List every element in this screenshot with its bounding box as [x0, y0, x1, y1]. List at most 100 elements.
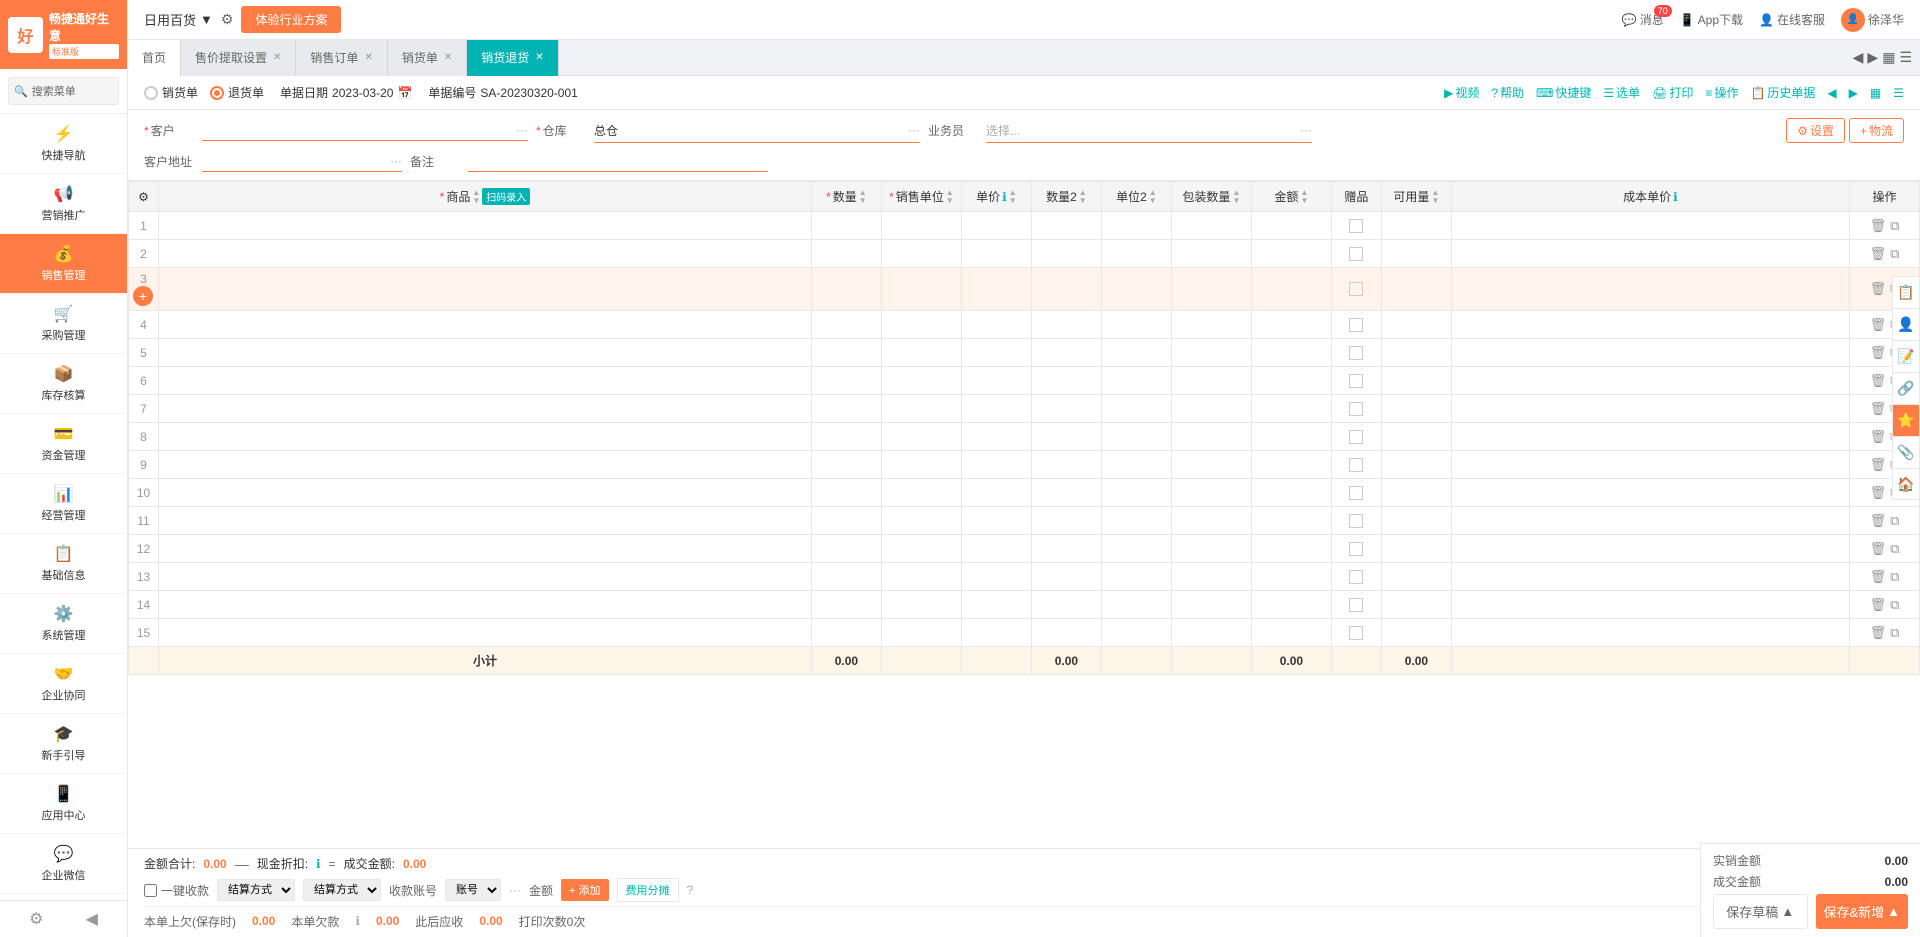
video-help-button[interactable]: ▶ 视频 [1444, 84, 1479, 101]
row-14-unit-price[interactable] [961, 591, 1031, 619]
row-5-quantity[interactable] [811, 339, 881, 367]
row-11-available[interactable] [1381, 507, 1451, 535]
row-5-available[interactable] [1381, 339, 1451, 367]
float-btn-3[interactable]: 📝 [1892, 340, 1920, 372]
row-8-pkg-qty[interactable] [1171, 423, 1251, 451]
row-8-amount[interactable] [1251, 423, 1331, 451]
row-14-sales-unit[interactable] [881, 591, 961, 619]
row-9-unit-price[interactable] [961, 451, 1031, 479]
gift-checkbox-1[interactable] [1349, 219, 1363, 233]
sidebar-settings-button[interactable]: ⚙ [29, 909, 43, 929]
float-btn-1[interactable]: 📋 [1892, 276, 1920, 308]
tab-sales-return[interactable]: 销货退货 ✕ [467, 40, 558, 76]
experience-button[interactable]: 体验行业方案 [241, 6, 341, 33]
row-1-pkg-qty[interactable] [1171, 212, 1251, 240]
row-11-unit2[interactable] [1101, 507, 1171, 535]
row-12-cost-unit[interactable] [1451, 535, 1849, 563]
sidebar-item-finance[interactable]: 💳 资金管理 [0, 414, 127, 474]
address-dots-button[interactable]: ··· [390, 154, 402, 168]
row-13-cost-unit[interactable] [1451, 563, 1849, 591]
row-11-sales-unit[interactable] [881, 507, 961, 535]
row-3-available[interactable] [1381, 268, 1451, 311]
gift-checkbox-3[interactable] [1349, 282, 1363, 296]
copy-row-2-button[interactable]: ⧉ [1890, 246, 1899, 262]
product-input-12[interactable] [163, 542, 807, 556]
row-11-qty2[interactable] [1031, 507, 1101, 535]
row-3-cost-unit[interactable] [1451, 268, 1849, 311]
row-7-unit-price[interactable] [961, 395, 1031, 423]
row-7-qty2[interactable] [1031, 395, 1101, 423]
row-4-cost-unit[interactable] [1451, 311, 1849, 339]
sidebar-item-marketing[interactable]: 📢 营销推广 [0, 174, 127, 234]
row-5-sales-unit[interactable] [881, 339, 961, 367]
row-2-quantity[interactable] [811, 240, 881, 268]
row-1-available[interactable] [1381, 212, 1451, 240]
gift-checkbox-13[interactable] [1349, 570, 1363, 584]
sidebar-item-purchase[interactable]: 🛒 采购管理 [0, 294, 127, 354]
customer-text-input[interactable] [202, 123, 512, 137]
row-1-qty2[interactable] [1031, 212, 1101, 240]
product-input-9[interactable] [163, 458, 807, 472]
gift-checkbox-14[interactable] [1349, 598, 1363, 612]
gift-checkbox-2[interactable] [1349, 247, 1363, 261]
row-2-available[interactable] [1381, 240, 1451, 268]
delete-row-14-button[interactable]: 🗑 [1870, 597, 1887, 613]
row-4-unit-price[interactable] [961, 311, 1031, 339]
gift-checkbox-11[interactable] [1349, 514, 1363, 528]
save-new-button[interactable]: 保存&新增 ▲ [1816, 894, 1909, 929]
logistics-side-button[interactable]: + 物流 [1849, 118, 1904, 143]
sidebar-item-sales[interactable]: 💰 销售管理 [0, 234, 127, 294]
delete-row-3-button[interactable]: 🗑 [1870, 281, 1887, 297]
scan-input-button[interactable]: 扫码录入 [482, 188, 530, 205]
row-1-unit2[interactable] [1101, 212, 1171, 240]
row-15-available[interactable] [1381, 619, 1451, 647]
warehouse-dots-button[interactable]: ··· [908, 123, 920, 137]
operation-button[interactable]: ≡ 操作 [1705, 84, 1738, 101]
row-6-gift[interactable] [1331, 367, 1381, 395]
price-sort-icon[interactable]: ▲▼ [1009, 189, 1017, 205]
row-6-product[interactable] [159, 367, 812, 395]
sidebar-item-wechat[interactable]: 💬 企业微信 [0, 834, 127, 894]
product-input-6[interactable] [163, 374, 807, 388]
row-6-pkg-qty[interactable] [1171, 367, 1251, 395]
row-7-available[interactable] [1381, 395, 1451, 423]
row-9-amount[interactable] [1251, 451, 1331, 479]
sidebar-item-shortcut[interactable]: ⚡ 快捷导航 [0, 114, 127, 174]
gift-checkbox-6[interactable] [1349, 374, 1363, 388]
row-2-unit2[interactable] [1101, 240, 1171, 268]
row-10-available[interactable] [1381, 479, 1451, 507]
shortcut-button[interactable]: ⌨ 快捷键 [1536, 84, 1591, 101]
qty-sort-icon[interactable]: ▲▼ [859, 189, 867, 205]
row-14-available[interactable] [1381, 591, 1451, 619]
row-6-available[interactable] [1381, 367, 1451, 395]
tab-close-sales-return[interactable]: ✕ [535, 52, 543, 63]
row-3-quantity[interactable] [811, 268, 881, 311]
cost-info-icon[interactable]: ℹ [1673, 190, 1678, 204]
copy-row-11-button[interactable]: ⧉ [1890, 513, 1899, 529]
row-4-quantity[interactable] [811, 311, 881, 339]
row-5-unit2[interactable] [1101, 339, 1171, 367]
product-input-1[interactable] [163, 219, 807, 233]
radio-delivery[interactable]: 销货单 [144, 84, 198, 101]
customer-dots-button[interactable]: ··· [516, 123, 528, 137]
row-12-sales-unit[interactable] [881, 535, 961, 563]
float-btn-7[interactable]: 🏠 [1892, 468, 1920, 500]
row-10-qty2[interactable] [1031, 479, 1101, 507]
row-12-amount[interactable] [1251, 535, 1331, 563]
radio-return[interactable]: 退货单 [210, 84, 264, 101]
copy-row-13-button[interactable]: ⧉ [1890, 569, 1899, 585]
row-14-product[interactable] [159, 591, 812, 619]
sidebar-item-inventory[interactable]: 📦 库存核算 [0, 354, 127, 414]
float-btn-2[interactable]: 👤 [1892, 308, 1920, 340]
unit-sort-icon[interactable]: ▲▼ [946, 189, 954, 205]
row-4-unit2[interactable] [1101, 311, 1171, 339]
gift-checkbox-12[interactable] [1349, 542, 1363, 556]
delete-row-5-button[interactable]: 🗑 [1870, 345, 1887, 361]
delete-row-10-button[interactable]: 🗑 [1870, 485, 1887, 501]
row-11-quantity[interactable] [811, 507, 881, 535]
row-5-cost-unit[interactable] [1451, 339, 1849, 367]
row-13-amount[interactable] [1251, 563, 1331, 591]
search-menu-button[interactable]: 🔍 搜索菜单 [8, 77, 119, 105]
debt-info-icon[interactable]: ℹ [355, 914, 360, 928]
row-1-quantity[interactable] [811, 212, 881, 240]
